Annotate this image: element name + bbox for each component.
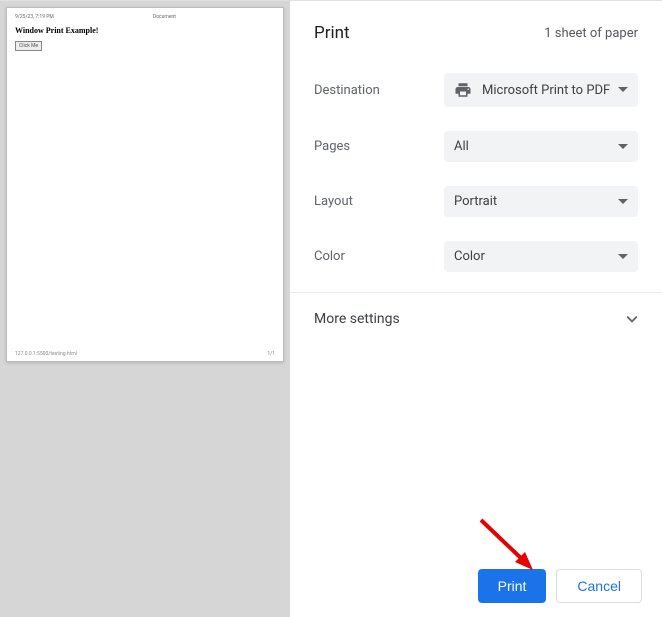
more-settings-row[interactable]: More settings <box>290 293 662 345</box>
settings-pane: Print 1 sheet of paper Destination Micro… <box>290 1 662 617</box>
color-label: Color <box>314 249 444 264</box>
color-dropdown[interactable]: Color <box>444 241 638 272</box>
layout-value: Portrait <box>454 194 618 209</box>
caret-down-icon <box>618 197 628 207</box>
pages-row: Pages All <box>290 119 662 174</box>
preview-heading: Window Print Example! <box>15 26 275 35</box>
pages-dropdown[interactable]: All <box>444 131 638 162</box>
preview-timestamp: 9/25/23, 7:19 PM <box>15 14 54 20</box>
dialog-title: Print <box>314 23 350 43</box>
preview-url: 127.0.0.1:5500/testing.html <box>15 351 77 357</box>
header-row: Print 1 sheet of paper <box>290 1 662 61</box>
printer-icon <box>454 81 472 99</box>
more-settings-label: More settings <box>314 311 400 327</box>
destination-row: Destination Microsoft Print to PDF <box>290 61 662 119</box>
preview-page-number: 1/1 <box>267 351 275 357</box>
caret-down-icon <box>618 252 628 262</box>
color-value: Color <box>454 249 618 264</box>
color-row: Color Color <box>290 229 662 284</box>
print-dialog: 9/25/23, 7:19 PM Document Window Print E… <box>0 0 662 617</box>
layout-row: Layout Portrait <box>290 174 662 229</box>
chevron-down-icon <box>626 313 638 325</box>
dialog-footer: Print Cancel <box>290 555 662 617</box>
pages-value: All <box>454 139 618 154</box>
caret-down-icon <box>618 142 628 152</box>
preview-click-button: Click Me <box>15 41 42 51</box>
print-preview-pane: 9/25/23, 7:19 PM Document Window Print E… <box>0 1 290 617</box>
preview-page-header: 9/25/23, 7:19 PM Document <box>15 14 275 20</box>
preview-doc-title: Document <box>153 14 176 20</box>
preview-page: 9/25/23, 7:19 PM Document Window Print E… <box>6 7 284 362</box>
layout-label: Layout <box>314 194 444 209</box>
destination-value: Microsoft Print to PDF <box>482 83 618 98</box>
cancel-button[interactable]: Cancel <box>556 569 642 603</box>
caret-down-icon <box>618 85 628 95</box>
print-button[interactable]: Print <box>478 569 547 603</box>
destination-label: Destination <box>314 83 444 98</box>
layout-dropdown[interactable]: Portrait <box>444 186 638 217</box>
destination-dropdown[interactable]: Microsoft Print to PDF <box>444 73 638 107</box>
pages-label: Pages <box>314 139 444 154</box>
preview-page-footer: 127.0.0.1:5500/testing.html 1/1 <box>15 351 275 357</box>
sheet-count: 1 sheet of paper <box>544 26 638 41</box>
